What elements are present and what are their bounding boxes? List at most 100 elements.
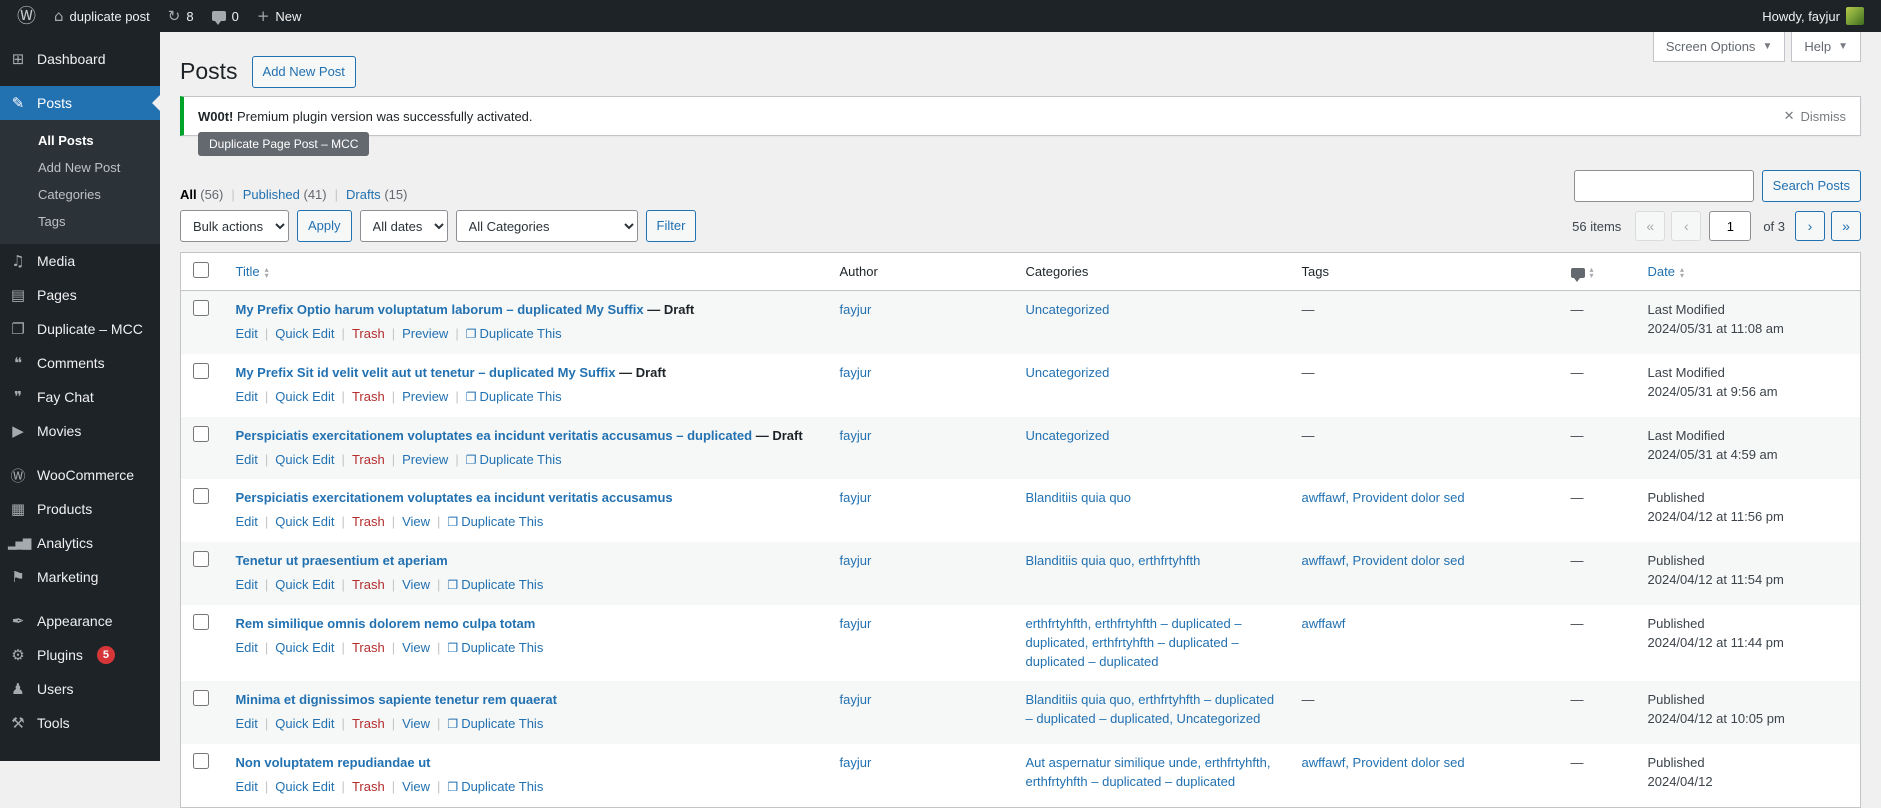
categories-link[interactable]: Aut aspernatur similique unde, erthfrtyh…: [1026, 755, 1271, 789]
row-checkbox[interactable]: [193, 690, 209, 706]
submenu-item-tags[interactable]: Tags: [0, 208, 160, 235]
post-title-link[interactable]: Perspiciatis exercitationem voluptates e…: [236, 490, 673, 505]
action-trash[interactable]: Trash: [352, 513, 385, 532]
dismiss-notice-button[interactable]: ✕ Dismiss: [1784, 108, 1846, 124]
action-preview[interactable]: Preview: [402, 388, 448, 407]
column-header-title[interactable]: Title▴▾: [226, 253, 830, 291]
post-title-link[interactable]: Rem similique omnis dolorem nemo culpa t…: [236, 616, 536, 631]
categories-link[interactable]: Uncategorized: [1026, 302, 1110, 317]
filter-drafts[interactable]: Drafts (15): [346, 187, 407, 202]
action-duplicate-this[interactable]: ❐Duplicate This: [447, 778, 543, 797]
action-view[interactable]: View: [402, 513, 430, 532]
action-duplicate-this[interactable]: ❐Duplicate This: [447, 639, 543, 658]
filter-button[interactable]: Filter: [646, 210, 697, 242]
my-account-menu[interactable]: Howdy, fayjur: [1753, 0, 1873, 32]
search-input[interactable]: [1574, 170, 1754, 202]
post-title-link[interactable]: My Prefix Optio harum voluptatum laborum…: [236, 302, 644, 317]
filter-published[interactable]: Published (41): [243, 187, 327, 202]
action-edit[interactable]: Edit: [236, 451, 258, 470]
categories-link[interactable]: Blanditiis quia quo, erthfrtyhfth: [1026, 553, 1201, 568]
action-duplicate-this[interactable]: ❐Duplicate This: [447, 513, 543, 532]
post-title-link[interactable]: Minima et dignissimos sapiente tenetur r…: [236, 692, 557, 707]
action-quick-edit[interactable]: Quick Edit: [275, 388, 334, 407]
sidebar-item-posts[interactable]: ✎ Posts: [0, 86, 160, 120]
post-title-link[interactable]: Perspiciatis exercitationem voluptates e…: [236, 428, 753, 443]
action-view[interactable]: View: [402, 576, 430, 595]
action-quick-edit[interactable]: Quick Edit: [275, 325, 334, 344]
sidebar-item-tools[interactable]: ⚒ Tools: [0, 706, 160, 740]
search-posts-button[interactable]: Search Posts: [1762, 170, 1861, 202]
categories-link[interactable]: erthfrtyhfth, erthfrtyhfth – duplicated …: [1026, 616, 1242, 669]
action-quick-edit[interactable]: Quick Edit: [275, 778, 334, 797]
action-trash[interactable]: Trash: [352, 639, 385, 658]
author-link[interactable]: fayjur: [840, 692, 872, 707]
action-edit[interactable]: Edit: [236, 639, 258, 658]
author-link[interactable]: fayjur: [840, 302, 872, 317]
sidebar-item-media[interactable]: ♫ Media: [0, 244, 160, 278]
help-button[interactable]: Help ▼: [1791, 32, 1861, 62]
row-checkbox[interactable]: [193, 488, 209, 504]
action-trash[interactable]: Trash: [352, 325, 385, 344]
select-all-checkbox[interactable]: [193, 262, 209, 278]
current-page-input[interactable]: [1709, 211, 1751, 241]
apply-button[interactable]: Apply: [297, 210, 352, 242]
action-edit[interactable]: Edit: [236, 388, 258, 407]
author-link[interactable]: fayjur: [840, 616, 872, 631]
author-link[interactable]: fayjur: [840, 490, 872, 505]
action-duplicate-this[interactable]: ❐Duplicate This: [466, 325, 562, 344]
sidebar-item-dashboard[interactable]: ⊞ Dashboard: [0, 42, 160, 76]
author-link[interactable]: fayjur: [840, 365, 872, 380]
column-header-date[interactable]: Date▴▾: [1638, 253, 1861, 291]
action-duplicate-this[interactable]: ❐Duplicate This: [447, 576, 543, 595]
next-page-button[interactable]: ›: [1795, 211, 1825, 241]
author-link[interactable]: fayjur: [840, 428, 872, 443]
action-edit[interactable]: Edit: [236, 325, 258, 344]
submenu-item-categories[interactable]: Categories: [0, 181, 160, 208]
action-edit[interactable]: Edit: [236, 778, 258, 797]
wordpress-menu[interactable]: Ⓦ: [8, 0, 45, 32]
sidebar-item-appearance[interactable]: ✒ Appearance: [0, 604, 160, 638]
action-preview[interactable]: Preview: [402, 325, 448, 344]
row-checkbox[interactable]: [193, 363, 209, 379]
action-view[interactable]: View: [402, 715, 430, 734]
action-duplicate-this[interactable]: ❐Duplicate This: [466, 451, 562, 470]
updates-menu[interactable]: ↻ 8: [159, 0, 203, 32]
author-link[interactable]: fayjur: [840, 755, 872, 770]
sidebar-item-movies[interactable]: ▶ Movies: [0, 414, 160, 448]
action-edit[interactable]: Edit: [236, 715, 258, 734]
action-trash[interactable]: Trash: [352, 388, 385, 407]
action-view[interactable]: View: [402, 639, 430, 658]
categories-link[interactable]: Uncategorized: [1026, 428, 1110, 443]
categories-filter-select[interactable]: All Categories: [456, 210, 638, 242]
sidebar-item-plugins[interactable]: ⚙ Plugins 5: [0, 638, 160, 672]
column-header-comments[interactable]: ▴▾: [1561, 253, 1638, 291]
last-page-button[interactable]: »: [1831, 211, 1861, 241]
site-name-menu[interactable]: ⌂ duplicate post: [45, 0, 159, 32]
action-duplicate-this[interactable]: ❐Duplicate This: [447, 715, 543, 734]
submenu-item-all-posts[interactable]: All Posts: [0, 127, 160, 154]
filter-all[interactable]: All (56): [180, 187, 223, 202]
comments-menu[interactable]: 0: [203, 0, 248, 32]
action-view[interactable]: View: [402, 778, 430, 797]
sidebar-item-duplicate-mcc[interactable]: ❐ Duplicate – MCC: [0, 312, 160, 346]
action-quick-edit[interactable]: Quick Edit: [275, 639, 334, 658]
action-quick-edit[interactable]: Quick Edit: [275, 715, 334, 734]
action-edit[interactable]: Edit: [236, 576, 258, 595]
action-trash[interactable]: Trash: [352, 451, 385, 470]
categories-link[interactable]: Blanditiis quia quo, erthfrtyhfth – dupl…: [1026, 692, 1275, 726]
action-quick-edit[interactable]: Quick Edit: [275, 451, 334, 470]
categories-link[interactable]: Uncategorized: [1026, 365, 1110, 380]
add-new-post-button[interactable]: Add New Post: [252, 56, 356, 88]
sidebar-item-products[interactable]: ▦ Products: [0, 492, 160, 526]
sidebar-item-fay-chat[interactable]: ❞ Fay Chat: [0, 380, 160, 414]
new-content-menu[interactable]: + New: [248, 0, 311, 32]
sidebar-item-woocommerce[interactable]: Ⓦ WooCommerce: [0, 458, 160, 492]
tags-link[interactable]: awffawf, Provident dolor sed: [1302, 490, 1465, 505]
post-title-link[interactable]: My Prefix Sit id velit velit aut ut tene…: [236, 365, 616, 380]
action-quick-edit[interactable]: Quick Edit: [275, 513, 334, 532]
tags-link[interactable]: awffawf: [1302, 616, 1346, 631]
tags-link[interactable]: awffawf, Provident dolor sed: [1302, 553, 1465, 568]
action-quick-edit[interactable]: Quick Edit: [275, 576, 334, 595]
row-checkbox[interactable]: [193, 614, 209, 630]
action-preview[interactable]: Preview: [402, 451, 448, 470]
